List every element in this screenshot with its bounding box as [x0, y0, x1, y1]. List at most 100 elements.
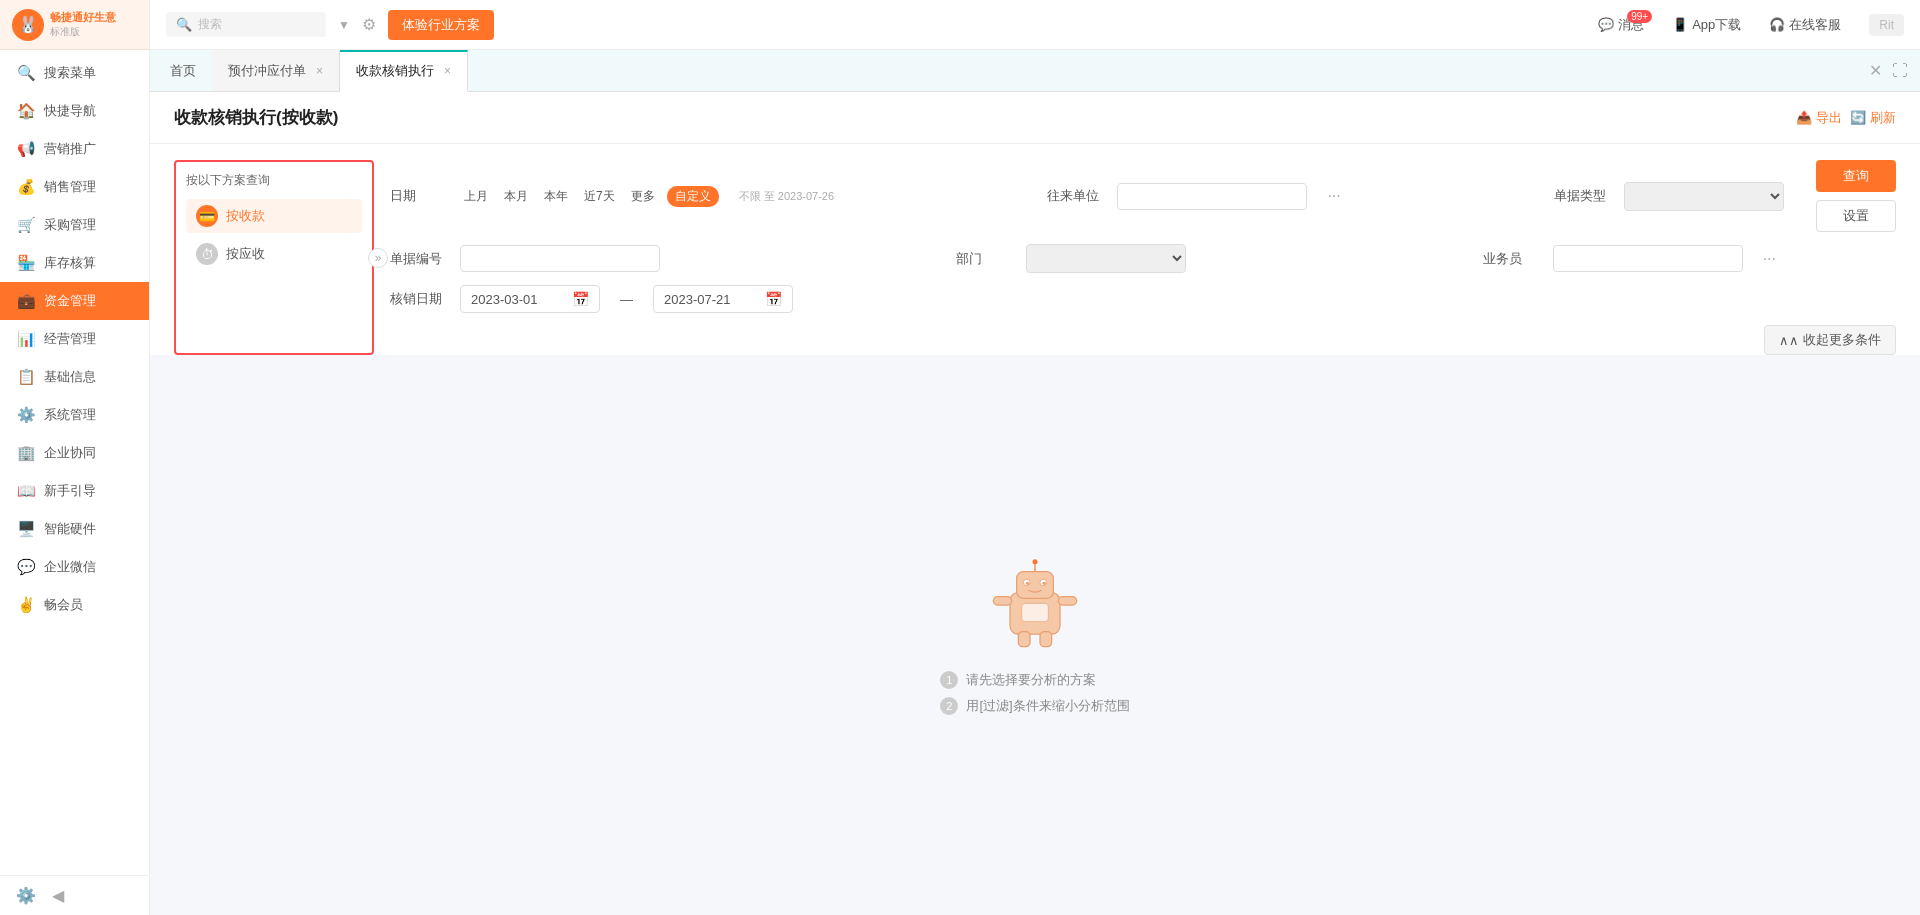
- topbar: 🔍 搜索 ▼ ⚙ 体验行业方案 💬 消息 99+ 📱 App下载 🎧 在线客服 …: [150, 0, 1920, 50]
- tip-item-2: 2 用[过滤]条件来缩小分析范围: [940, 697, 1129, 715]
- menu-label-quick-nav: 快捷导航: [44, 102, 96, 120]
- sidebar-item-member[interactable]: ✌️ 畅会员: [0, 586, 149, 624]
- filter-fields: 日期 上月 本月 本年 近7天 更多 自定义 不限 至 2023-07-26: [390, 160, 1896, 355]
- writeoff-date-start-field[interactable]: 2023-03-01 📅: [460, 285, 600, 313]
- sidebar-item-collab[interactable]: 🏢 企业协同: [0, 434, 149, 472]
- doc-no-input[interactable]: [460, 245, 660, 272]
- setting-button[interactable]: 设置: [1816, 200, 1896, 232]
- filter-row-3: 核销日期 2023-03-01 📅 — 2023-07-21 📅: [390, 285, 1896, 313]
- calendar-start-icon[interactable]: 📅: [572, 291, 589, 307]
- topbar-user[interactable]: Rit: [1869, 14, 1904, 36]
- menu-label-hardware: 智能硬件: [44, 520, 96, 538]
- more-conditions-btn[interactable]: ∧∧ 收起更多条件: [1764, 325, 1896, 355]
- tab-receipt-writeoff-close[interactable]: ×: [444, 64, 451, 78]
- tabbar: 首页 预付冲应付单 × 收款核销执行 × ✕ ⛶: [150, 50, 1920, 92]
- search-icon: 🔍: [176, 17, 192, 32]
- sidebar: 🐰 畅捷通好生意 标准版 🔍 搜索菜单 🏠 快捷导航 📢 营销推广 💰 销售管理…: [0, 0, 150, 915]
- empty-state: 1 请先选择要分析的方案 2 用[过滤]条件来缩小分析范围: [940, 555, 1129, 715]
- menu-icon-sales: 💰: [16, 177, 36, 197]
- query-button[interactable]: 查询: [1816, 160, 1896, 192]
- svg-rect-11: [1040, 632, 1052, 647]
- shortcut-last-month[interactable]: 上月: [460, 186, 492, 207]
- service-label: 在线客服: [1789, 16, 1841, 34]
- empty-robot-illustration: [985, 555, 1085, 655]
- date-label: 日期: [390, 187, 444, 205]
- filter-left-title: 按以下方案查询: [186, 172, 362, 189]
- industry-btn[interactable]: 体验行业方案: [388, 10, 494, 40]
- menu-icon-wechat: 💬: [16, 557, 36, 577]
- staff-input[interactable]: [1553, 245, 1743, 272]
- tip-num-2: 2: [940, 697, 958, 715]
- shortcut-7days[interactable]: 近7天: [580, 186, 619, 207]
- sidebar-item-inventory[interactable]: 🏪 库存核算: [0, 244, 149, 282]
- tab-home[interactable]: 首页: [150, 50, 212, 91]
- refresh-button[interactable]: 🔄 刷新: [1850, 109, 1896, 127]
- date-value-end: 2023-07-26: [778, 190, 834, 202]
- tab-prepay-close[interactable]: ×: [316, 64, 323, 78]
- topbar-search-area[interactable]: 🔍 搜索: [166, 12, 326, 37]
- menu-icon-system: ⚙️: [16, 405, 36, 425]
- doc-type-select[interactable]: [1624, 182, 1784, 211]
- chevron-up-icon: ∧∧: [1779, 333, 1799, 348]
- menu-label-inventory: 库存核算: [44, 254, 96, 272]
- app-icon: 📱: [1672, 17, 1688, 32]
- export-button[interactable]: 📤 导出: [1796, 109, 1842, 127]
- shortcut-this-year[interactable]: 本年: [540, 186, 572, 207]
- sidebar-item-wechat[interactable]: 💬 企业微信: [0, 548, 149, 586]
- tip-num-1: 1: [940, 671, 958, 689]
- shortcut-custom[interactable]: 自定义: [667, 186, 719, 207]
- filter-option-by-receipt[interactable]: 💳 按收款: [186, 199, 362, 233]
- close-all-icon[interactable]: ✕: [1869, 61, 1882, 80]
- topbar-service[interactable]: 🎧 在线客服: [1769, 16, 1841, 34]
- sidebar-item-guide[interactable]: 📖 新手引导: [0, 472, 149, 510]
- receipt-icon: 💳: [196, 205, 218, 227]
- staff-dots-icon[interactable]: ···: [1763, 250, 1776, 268]
- menu-icon-quick-nav: 🏠: [16, 101, 36, 121]
- menu-icon-finance: 💼: [16, 291, 36, 311]
- filter-option-by-receivable[interactable]: ⏱ 按应收: [186, 237, 362, 271]
- topbar-app[interactable]: 📱 App下载: [1672, 16, 1741, 34]
- date-to-label: 至: [764, 190, 778, 202]
- content-body: 1 请先选择要分析的方案 2 用[过滤]条件来缩小分析范围: [150, 355, 1920, 915]
- sidebar-item-sales[interactable]: 💰 销售管理: [0, 168, 149, 206]
- settings-icon[interactable]: ⚙️: [16, 886, 36, 905]
- collapse-icon[interactable]: ◀: [52, 886, 64, 905]
- topbar-msg[interactable]: 💬 消息 99+: [1598, 16, 1644, 34]
- topbar-dropdown-icon[interactable]: ▼: [338, 18, 350, 32]
- filter-actions: 查询 设置: [1816, 160, 1896, 232]
- export-icon: 📤: [1796, 110, 1812, 125]
- menu-icon-search-menu: 🔍: [16, 63, 36, 83]
- sidebar-item-operations[interactable]: 📊 经营管理: [0, 320, 149, 358]
- filter-panel: 按以下方案查询 💳 按收款 ⏱ 按应收 » 日期 上月 本: [150, 144, 1920, 355]
- sidebar-item-search-menu[interactable]: 🔍 搜索菜单: [0, 54, 149, 92]
- partner-dots-icon[interactable]: ···: [1327, 187, 1340, 205]
- page-header: 收款核销执行(按收款) 📤 导出 🔄 刷新: [150, 92, 1920, 144]
- filter-more-row: ∧∧ 收起更多条件: [390, 325, 1896, 355]
- filter-collapse-btn[interactable]: »: [368, 248, 388, 268]
- partner-input[interactable]: [1117, 183, 1307, 210]
- menu-label-collab: 企业协同: [44, 444, 96, 462]
- sidebar-item-hardware[interactable]: 🖥️ 智能硬件: [0, 510, 149, 548]
- menu-icon-guide: 📖: [16, 481, 36, 501]
- sidebar-item-finance[interactable]: 💼 资金管理: [0, 282, 149, 320]
- sidebar-item-basic[interactable]: 📋 基础信息: [0, 358, 149, 396]
- dept-select[interactable]: [1026, 244, 1186, 273]
- msg-icon: 💬: [1598, 17, 1614, 32]
- menu-icon-hardware: 🖥️: [16, 519, 36, 539]
- menu-label-wechat: 企业微信: [44, 558, 96, 576]
- sidebar-item-system[interactable]: ⚙️ 系统管理: [0, 396, 149, 434]
- expand-icon[interactable]: ⛶: [1892, 62, 1908, 80]
- sidebar-item-quick-nav[interactable]: 🏠 快捷导航: [0, 92, 149, 130]
- sidebar-item-marketing[interactable]: 📢 营销推广: [0, 130, 149, 168]
- calendar-end-icon[interactable]: 📅: [765, 291, 782, 307]
- writeoff-date-end-field[interactable]: 2023-07-21 📅: [653, 285, 793, 313]
- menu-label-member: 畅会员: [44, 596, 83, 614]
- shortcut-more[interactable]: 更多: [627, 186, 659, 207]
- shortcut-this-month[interactable]: 本月: [500, 186, 532, 207]
- tab-receipt-writeoff[interactable]: 收款核销执行 ×: [340, 50, 468, 92]
- receivable-icon: ⏱: [196, 243, 218, 265]
- sidebar-item-purchase[interactable]: 🛒 采购管理: [0, 206, 149, 244]
- tab-prepay[interactable]: 预付冲应付单 ×: [212, 50, 340, 91]
- filter-scheme-panel: 按以下方案查询 💳 按收款 ⏱ 按应收 »: [174, 160, 374, 355]
- topbar-gear-icon[interactable]: ⚙: [362, 15, 376, 34]
